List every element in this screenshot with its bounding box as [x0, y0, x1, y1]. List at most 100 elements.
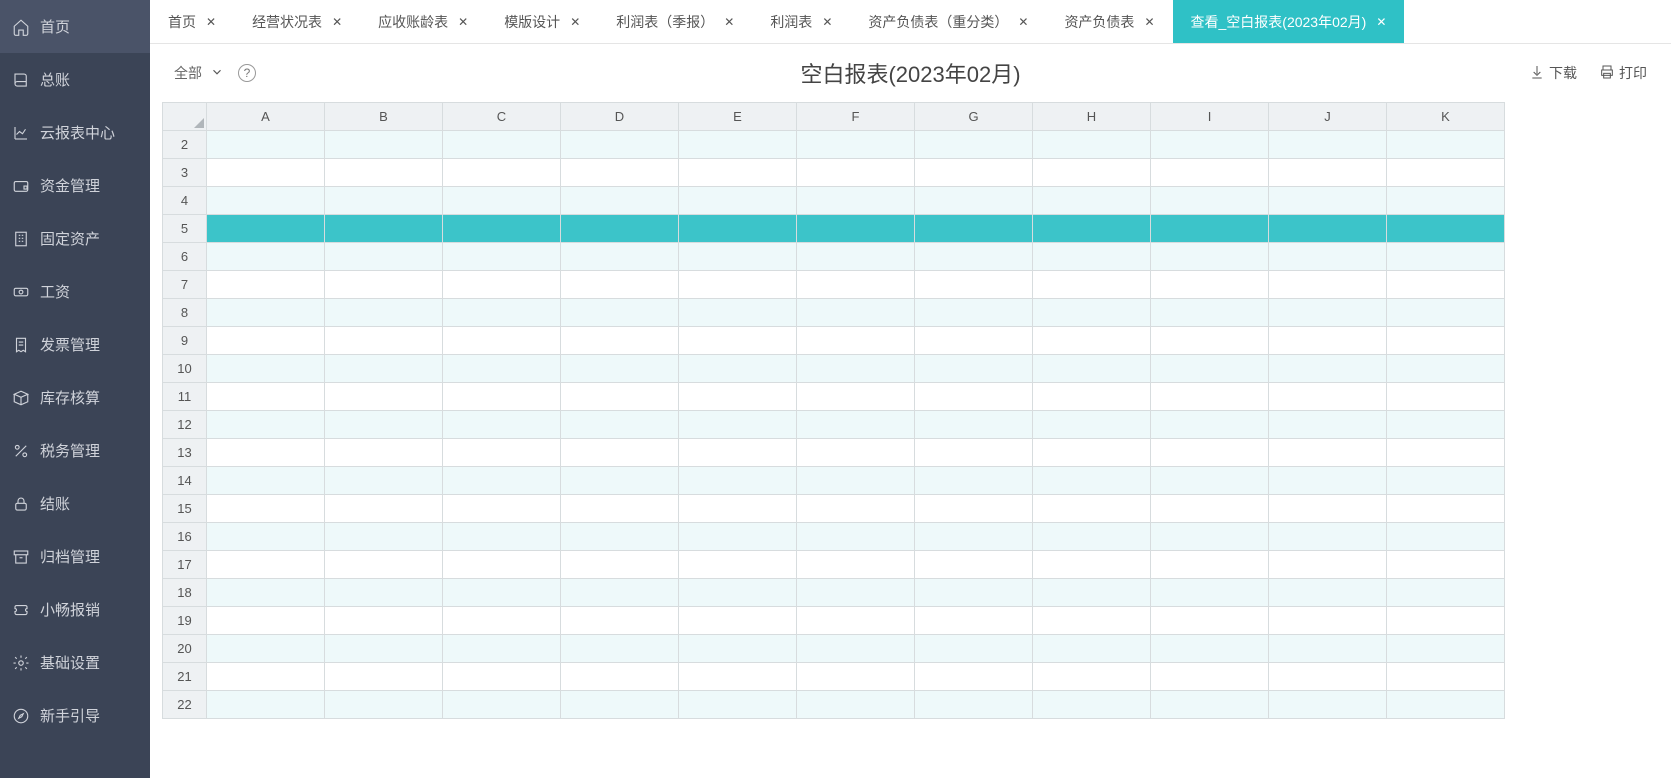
cell-E8[interactable] [679, 299, 797, 327]
cell-K7[interactable] [1387, 271, 1505, 299]
cell-G5[interactable] [915, 215, 1033, 243]
cell-C4[interactable] [443, 187, 561, 215]
cell-D22[interactable] [561, 691, 679, 719]
cell-J7[interactable] [1269, 271, 1387, 299]
cell-F2[interactable] [797, 131, 915, 159]
cell-J17[interactable] [1269, 551, 1387, 579]
cell-D6[interactable] [561, 243, 679, 271]
cell-G4[interactable] [915, 187, 1033, 215]
cell-I6[interactable] [1151, 243, 1269, 271]
cell-G19[interactable] [915, 607, 1033, 635]
row-header-19[interactable]: 19 [163, 607, 207, 635]
cell-A2[interactable] [207, 131, 325, 159]
cell-J6[interactable] [1269, 243, 1387, 271]
cell-D18[interactable] [561, 579, 679, 607]
cell-H14[interactable] [1033, 467, 1151, 495]
cell-K11[interactable] [1387, 383, 1505, 411]
close-icon[interactable]: ✕ [332, 15, 342, 29]
cell-F13[interactable] [797, 439, 915, 467]
cell-D17[interactable] [561, 551, 679, 579]
cell-B18[interactable] [325, 579, 443, 607]
cell-C17[interactable] [443, 551, 561, 579]
col-header-C[interactable]: C [443, 103, 561, 131]
cell-E22[interactable] [679, 691, 797, 719]
cell-C20[interactable] [443, 635, 561, 663]
cell-K10[interactable] [1387, 355, 1505, 383]
sidebar-item-5[interactable]: 工资 [0, 265, 150, 318]
cell-A12[interactable] [207, 411, 325, 439]
cell-C5[interactable] [443, 215, 561, 243]
cell-I18[interactable] [1151, 579, 1269, 607]
cell-E3[interactable] [679, 159, 797, 187]
cell-F5[interactable] [797, 215, 915, 243]
sidebar-item-10[interactable]: 归档管理 [0, 530, 150, 583]
sidebar-item-13[interactable]: 新手引导 [0, 689, 150, 742]
cell-B19[interactable] [325, 607, 443, 635]
cell-G13[interactable] [915, 439, 1033, 467]
tab-2[interactable]: 应收账龄表✕ [360, 0, 486, 43]
cell-G22[interactable] [915, 691, 1033, 719]
cell-H6[interactable] [1033, 243, 1151, 271]
cell-I22[interactable] [1151, 691, 1269, 719]
cell-F17[interactable] [797, 551, 915, 579]
cell-E4[interactable] [679, 187, 797, 215]
cell-G6[interactable] [915, 243, 1033, 271]
cell-J21[interactable] [1269, 663, 1387, 691]
cell-I10[interactable] [1151, 355, 1269, 383]
cell-G8[interactable] [915, 299, 1033, 327]
cell-C12[interactable] [443, 411, 561, 439]
col-header-J[interactable]: J [1269, 103, 1387, 131]
row-header-6[interactable]: 6 [163, 243, 207, 271]
cell-C14[interactable] [443, 467, 561, 495]
close-icon[interactable]: ✕ [1018, 15, 1028, 29]
cell-C7[interactable] [443, 271, 561, 299]
cell-F19[interactable] [797, 607, 915, 635]
cell-H15[interactable] [1033, 495, 1151, 523]
cell-E21[interactable] [679, 663, 797, 691]
cell-F8[interactable] [797, 299, 915, 327]
tab-3[interactable]: 模版设计✕ [486, 0, 598, 43]
cell-A16[interactable] [207, 523, 325, 551]
cell-H17[interactable] [1033, 551, 1151, 579]
cell-H12[interactable] [1033, 411, 1151, 439]
row-header-8[interactable]: 8 [163, 299, 207, 327]
row-header-5[interactable]: 5 [163, 215, 207, 243]
tab-5[interactable]: 利润表✕ [752, 0, 850, 43]
cell-D11[interactable] [561, 383, 679, 411]
cell-K20[interactable] [1387, 635, 1505, 663]
cell-E5[interactable] [679, 215, 797, 243]
cell-H19[interactable] [1033, 607, 1151, 635]
cell-I15[interactable] [1151, 495, 1269, 523]
cell-C9[interactable] [443, 327, 561, 355]
cell-C3[interactable] [443, 159, 561, 187]
cell-D16[interactable] [561, 523, 679, 551]
cell-B15[interactable] [325, 495, 443, 523]
cell-D21[interactable] [561, 663, 679, 691]
cell-K14[interactable] [1387, 467, 1505, 495]
close-icon[interactable]: ✕ [1144, 15, 1154, 29]
cell-D13[interactable] [561, 439, 679, 467]
cell-K15[interactable] [1387, 495, 1505, 523]
cell-J3[interactable] [1269, 159, 1387, 187]
cell-F18[interactable] [797, 579, 915, 607]
cell-I12[interactable] [1151, 411, 1269, 439]
filter-dropdown[interactable]: 全部 ? [174, 63, 256, 83]
cell-F20[interactable] [797, 635, 915, 663]
cell-E17[interactable] [679, 551, 797, 579]
cell-G16[interactable] [915, 523, 1033, 551]
cell-H7[interactable] [1033, 271, 1151, 299]
cell-G12[interactable] [915, 411, 1033, 439]
tab-4[interactable]: 利润表（季报）✕ [598, 0, 752, 43]
cell-F6[interactable] [797, 243, 915, 271]
cell-B8[interactable] [325, 299, 443, 327]
cell-K4[interactable] [1387, 187, 1505, 215]
close-icon[interactable]: ✕ [458, 15, 468, 29]
cell-H21[interactable] [1033, 663, 1151, 691]
close-icon[interactable]: ✕ [570, 15, 580, 29]
cell-I8[interactable] [1151, 299, 1269, 327]
cell-I11[interactable] [1151, 383, 1269, 411]
cell-F11[interactable] [797, 383, 915, 411]
cell-A6[interactable] [207, 243, 325, 271]
cell-E19[interactable] [679, 607, 797, 635]
help-icon[interactable]: ? [238, 64, 256, 82]
